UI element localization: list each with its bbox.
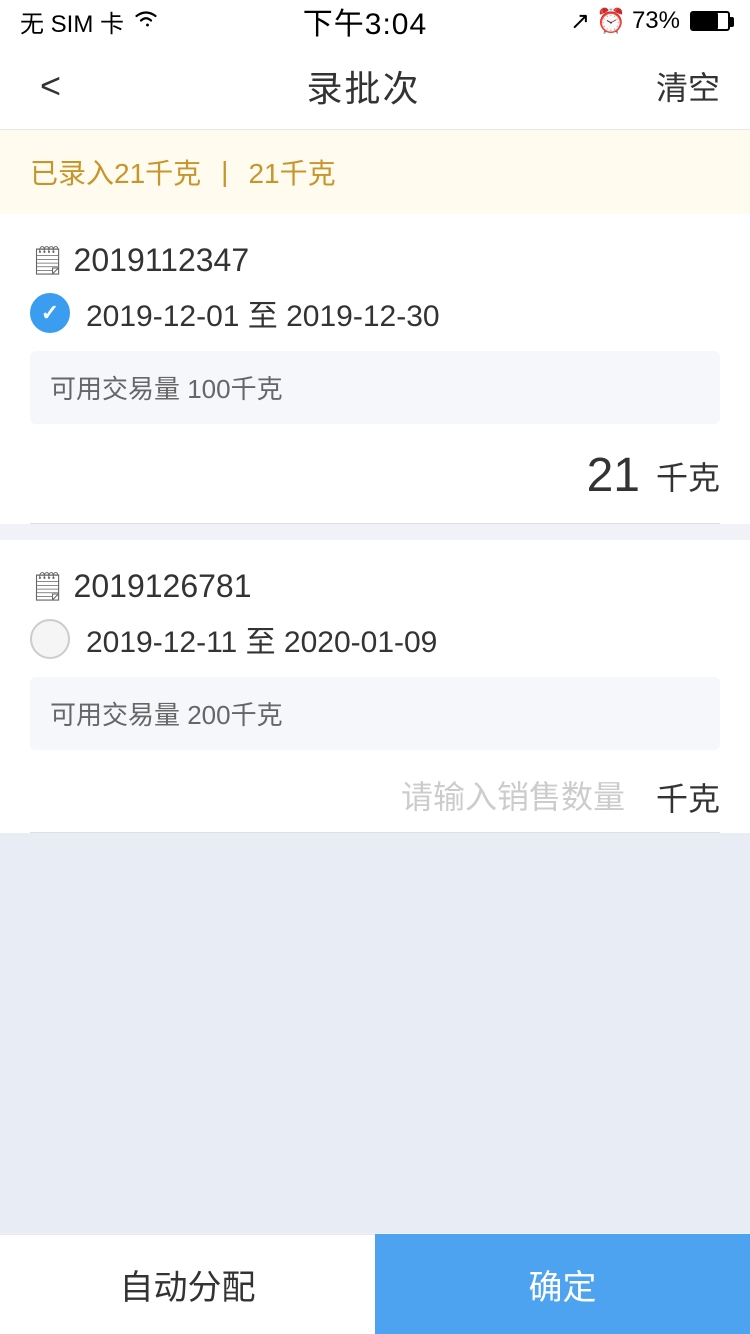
batch-radio-1[interactable] [30,293,70,333]
batch-id-1: 2019112347 [74,242,250,279]
batch-header-1: 🗒 2019112347 [30,242,720,279]
batch-header-2: 🗒 2019126781 [30,568,720,605]
batch-card-1: 🗒 2019112347 2019-12-01 至 2019-12-30 可用交… [0,214,750,524]
status-bar: 无 SIM 卡 下午3:04 ↗ ⏰ 73% [0,0,750,42]
back-button[interactable]: < [30,55,71,117]
quantity-input-2[interactable] [290,779,640,816]
input-row-2: 千克 [0,750,750,820]
summary-divider: | [221,156,228,188]
batch-id-2: 2019126781 [74,568,252,605]
section-gap-1 [0,524,750,540]
batch-id-icon-1: 🗒 [30,244,66,277]
batch-date-row-1: 2019-12-01 至 2019-12-30 [30,291,720,335]
summary-amount: 21千克 [248,152,335,192]
clear-button[interactable]: 清空 [656,63,720,109]
batch-card-2: 🗒 2019126781 2019-12-11 至 2020-01-09 可用交… [0,540,750,833]
status-time: 下午3:04 [303,0,427,43]
location-icon: ↗ [570,7,590,36]
wifi-icon [132,7,160,36]
batch-date-1: 2019-12-01 至 2019-12-30 [86,291,440,335]
battery-icon [690,11,730,31]
batch-available-2: 可用交易量 200千克 [30,677,720,750]
empty-area [0,833,750,1233]
page-title: 录批次 [307,60,421,112]
batch-quantity-row-1: 21 千克 [0,424,750,503]
batch-item-2: 🗒 2019126781 2019-12-11 至 2020-01-09 可用交… [0,540,750,750]
auto-distribute-button[interactable]: 自动分配 [0,1234,375,1334]
batch-quantity-value-1: 21 [587,448,640,503]
sim-status: 无 SIM 卡 [20,4,124,39]
batch-item-1: 🗒 2019112347 2019-12-01 至 2019-12-30 可用交… [0,214,750,424]
input-unit-2: 千克 [656,774,720,820]
batch-available-1: 可用交易量 100千克 [30,351,720,424]
batch-radio-2[interactable] [30,619,70,659]
batch-date-2: 2019-12-11 至 2020-01-09 [86,617,437,661]
confirm-button[interactable]: 确定 [375,1234,750,1334]
battery-percent: 73% [632,7,680,35]
status-right: ↗ ⏰ 73% [570,7,730,36]
summary-bar: 已录入21千克 | 21千克 [0,130,750,214]
content-area: 🗒 2019112347 2019-12-01 至 2019-12-30 可用交… [0,214,750,1333]
recorded-label: 已录入21千克 [30,152,201,192]
bottom-bar: 自动分配 确定 [0,1234,750,1334]
batch-date-row-2: 2019-12-11 至 2020-01-09 [30,617,720,661]
alarm-icon: ⏰ [596,7,626,36]
status-left: 无 SIM 卡 [20,4,160,39]
batch-id-icon-2: 🗒 [30,570,66,603]
nav-bar: < 录批次 清空 [0,42,750,130]
batch-quantity-unit-1: 千克 [656,453,720,499]
